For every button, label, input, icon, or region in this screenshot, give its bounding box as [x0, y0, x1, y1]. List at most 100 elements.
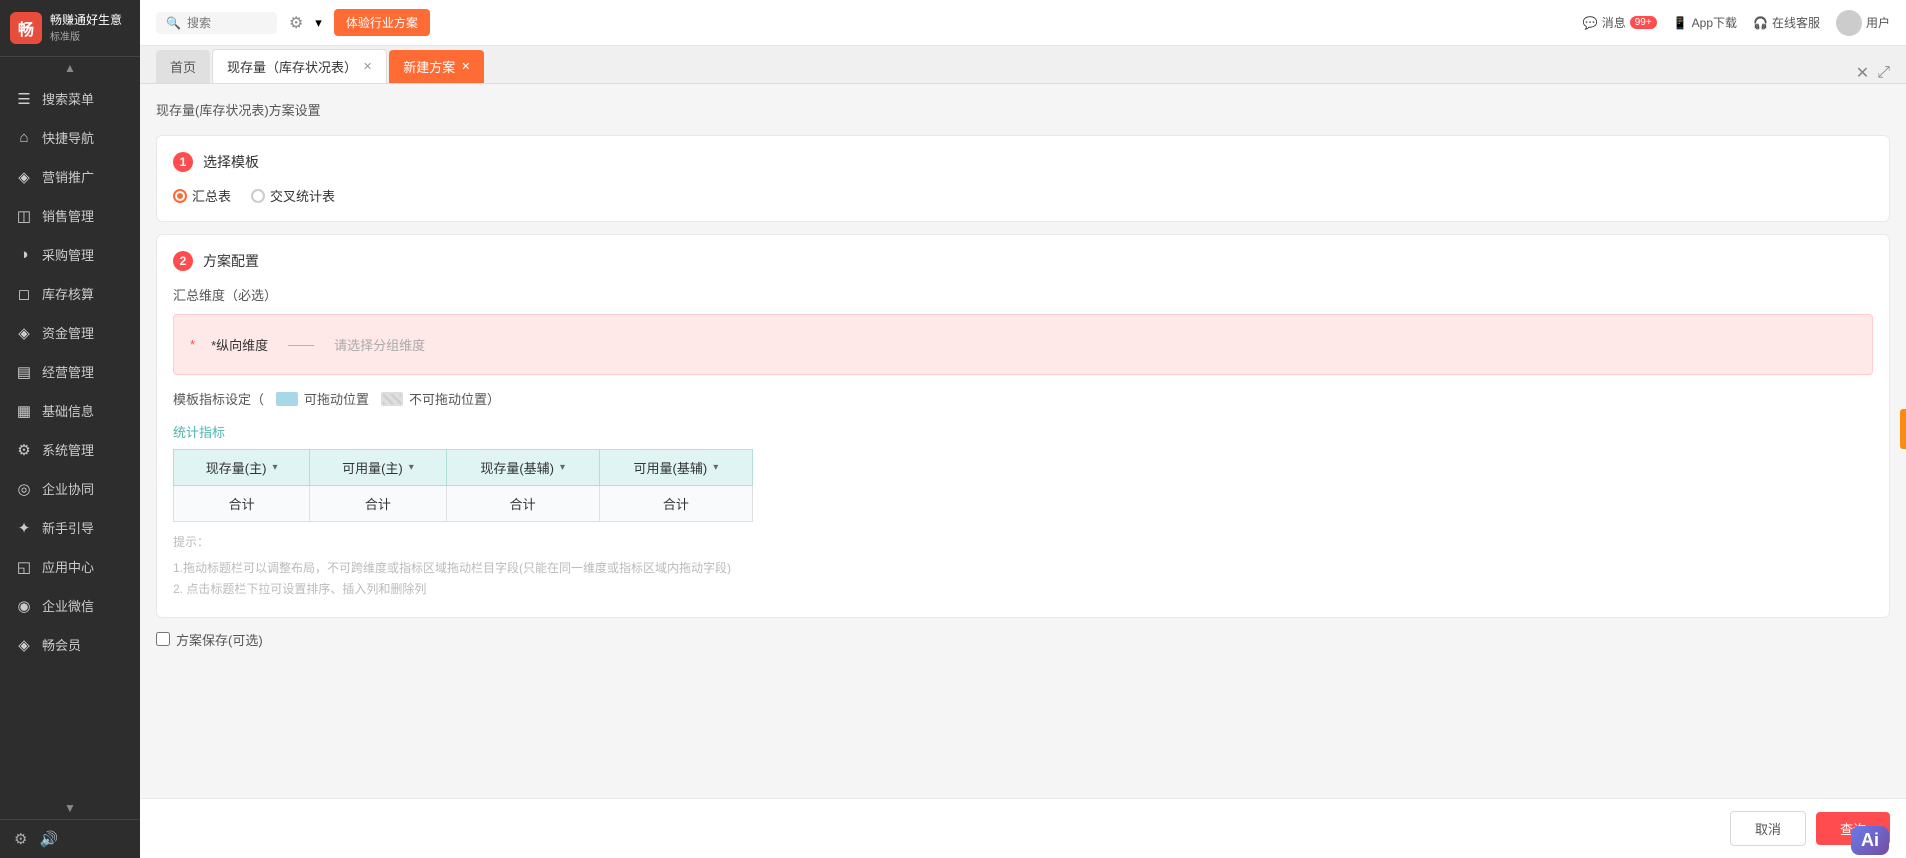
radio-summary-table[interactable]: 汇总表	[173, 186, 231, 205]
topbar-app-download[interactable]: 📱 App下载	[1673, 14, 1737, 31]
topbar-user[interactable]: 用户	[1836, 10, 1890, 36]
new-scheme-tab-label: 新建方案	[403, 57, 455, 76]
save-checkbox[interactable]	[156, 632, 170, 646]
tab-new-scheme-close[interactable]: ✕	[461, 60, 470, 73]
col-header-1[interactable]: 可用量(主) ▾	[310, 450, 446, 486]
tab-new-scheme[interactable]: 新建方案 ✕	[389, 50, 484, 83]
template-settings: 模板指标设定（ 可拖动位置 不可拖动位置）	[173, 389, 1873, 408]
sidebar-item-enterprise[interactable]: ◎ 企业协同	[0, 469, 140, 508]
sidebar-item-member[interactable]: ◈ 畅会员	[0, 625, 140, 664]
messages-badge: 99+	[1630, 16, 1657, 29]
home-tab-label: 首页	[170, 57, 196, 76]
col-chevron-3: ▾	[713, 462, 718, 473]
system-nav-icon: ⚙	[14, 441, 34, 459]
tab-inventory-close[interactable]: ✕	[363, 60, 372, 73]
step2-number: 2	[173, 251, 193, 271]
sidebar-item-purchase[interactable]: ◑ 采购管理	[0, 235, 140, 274]
tab-inventory[interactable]: 现存量（库存状况表） ✕	[212, 49, 387, 83]
topbar-online-service[interactable]: 🎧 在线客服	[1753, 14, 1820, 31]
dimension-area[interactable]: * *纵向维度 —— 请选择分组维度	[173, 314, 1873, 375]
trial-button[interactable]: 体验行业方案	[334, 9, 430, 36]
topbar-gear-icon[interactable]: ⚙	[289, 13, 303, 33]
ops-nav-icon: ▤	[14, 363, 34, 381]
cancel-button[interactable]: 取消	[1730, 811, 1806, 846]
user-name: 用户	[1866, 14, 1890, 31]
radio-crosstab-dot	[251, 189, 265, 203]
topbar-search-area[interactable]: 🔍	[156, 12, 277, 34]
tip-1: 1.拖动标题栏可以调整布局，不可跨维度或指标区域拖动栏目字段(只能在同一维度或指…	[173, 558, 1873, 580]
enterprise-nav-icon: ◎	[14, 480, 34, 498]
tips-section: 提示： 1.拖动标题栏可以调整布局，不可跨维度或指标区域拖动栏目字段(只能在同一…	[173, 532, 1873, 601]
sidebar-item-label: 经营管理	[42, 362, 94, 381]
topbar-search-input[interactable]	[187, 16, 267, 30]
table-row: 合计 合计 合计 合计	[174, 486, 753, 522]
summary-dimension-label: 汇总维度（必选）	[173, 285, 1873, 304]
sidebar-scroll-down[interactable]: ▼	[0, 797, 140, 819]
money-nav-icon: ◈	[14, 324, 34, 342]
save-option: 方案保存(可选)	[156, 630, 1890, 649]
sidebar-item-appcenter[interactable]: ◱ 应用中心	[0, 547, 140, 586]
main-content: 🔍 ⚙ ▾ 体验行业方案 💬 消息 99+ 📱 App下载 🎧 在线客服 用户	[140, 0, 1906, 858]
sidebar-item-search[interactable]: ☰ 搜索菜单	[0, 79, 140, 118]
sidebar-item-label: 营销推广	[42, 167, 94, 186]
step2-card: 2 方案配置 汇总维度（必选） * *纵向维度 —— 请选择分组维度 模板指标设…	[156, 234, 1890, 618]
page-title: 现存量(库存状况表)方案设置	[156, 100, 1890, 119]
sidebar-item-operations[interactable]: ▤ 经营管理	[0, 352, 140, 391]
audio-footer-icon[interactable]: 🔊	[39, 830, 58, 848]
sidebar-item-finance[interactable]: ◈ 资金管理	[0, 313, 140, 352]
col-header-2[interactable]: 现存量(基辅) ▾	[446, 450, 599, 486]
col-header-3[interactable]: 可用量(基辅) ▾	[599, 450, 752, 486]
sidebar-item-inventory[interactable]: ◻ 库存核算	[0, 274, 140, 313]
page-content: 现存量(库存状况表)方案设置 1 选择模板 汇总表 交叉统计表 2	[140, 84, 1906, 798]
settings-footer-icon[interactable]: ⚙	[14, 830, 27, 848]
sidebar-item-label: 基础信息	[42, 401, 94, 420]
sidebar-scroll-up[interactable]: ▲	[0, 57, 140, 79]
inventory-tab-label: 现存量（库存状况表）	[227, 57, 357, 76]
sidebar-item-quicknav[interactable]: ⌂ 快捷导航	[0, 118, 140, 157]
dimension-required-star: *	[190, 337, 195, 352]
step2-title: 方案配置	[203, 251, 259, 271]
sidebar-item-label: 销售管理	[42, 206, 94, 225]
topbar-messages[interactable]: 💬 消息 99+	[1583, 14, 1657, 31]
col-sub-1: 合计	[310, 486, 446, 522]
col-sub-3: 合计	[599, 486, 752, 522]
dimension-placeholder: 请选择分组维度	[334, 335, 425, 354]
tab-close-all-icon[interactable]: ✕	[1856, 63, 1869, 83]
topbar-right: 💬 消息 99+ 📱 App下载 🎧 在线客服 用户	[1583, 10, 1890, 36]
step1-header: 1 选择模板	[173, 152, 1873, 172]
sidebar: 畅 畅赚通好生意 标准版 ▲ ☰ 搜索菜单 ⌂ 快捷导航 ◈ 营销推广 ◫ 销售…	[0, 0, 140, 858]
sidebar-footer: ⚙ 🔊	[0, 819, 140, 858]
sidebar-item-marketing[interactable]: ◈ 营销推广	[0, 157, 140, 196]
sidebar-item-sales[interactable]: ◫ 销售管理	[0, 196, 140, 235]
search-topbar-icon: 🔍	[166, 16, 181, 30]
step1-card: 1 选择模板 汇总表 交叉统计表	[156, 135, 1890, 222]
radio-summary-dot	[173, 189, 187, 203]
col-chevron-1: ▾	[409, 462, 414, 473]
app-name: 畅赚通好生意	[50, 13, 122, 29]
sidebar-item-system[interactable]: ⚙ 系统管理	[0, 430, 140, 469]
sidebar-item-wechat[interactable]: ◉ 企业微信	[0, 586, 140, 625]
search-nav-icon: ☰	[14, 90, 34, 108]
stats-section: 统计指标 现存量(主) ▾ 可用量	[173, 422, 1873, 522]
resize-handle[interactable]	[1900, 409, 1906, 449]
tab-home[interactable]: 首页	[156, 50, 210, 83]
app-version: 标准版	[50, 28, 122, 43]
tab-expand-icon[interactable]: ⤢	[1877, 64, 1890, 82]
col-chevron-2: ▾	[560, 462, 565, 473]
sidebar-item-label: 库存核算	[42, 284, 94, 303]
sidebar-item-newguide[interactable]: ✦ 新手引导	[0, 508, 140, 547]
stats-title: 统计指标	[173, 422, 1873, 441]
sidebar-item-basics[interactable]: ▦ 基础信息	[0, 391, 140, 430]
messages-label: 消息	[1602, 14, 1626, 31]
radio-crosstab[interactable]: 交叉统计表	[251, 186, 335, 205]
basics-nav-icon: ▦	[14, 402, 34, 420]
sidebar-item-label: 畅会员	[42, 635, 81, 654]
sidebar-item-label: 企业协同	[42, 479, 94, 498]
col-sub-2: 合计	[446, 486, 599, 522]
bottom-actions: 取消 查询	[140, 798, 1906, 858]
draggable-label: 可拖动位置	[304, 389, 369, 408]
template-radio-group: 汇总表 交叉统计表	[173, 186, 1873, 205]
col-header-0[interactable]: 现存量(主) ▾	[174, 450, 310, 486]
cart-nav-icon: ◑	[14, 246, 34, 263]
ai-badge[interactable]: Ai	[1851, 826, 1889, 855]
